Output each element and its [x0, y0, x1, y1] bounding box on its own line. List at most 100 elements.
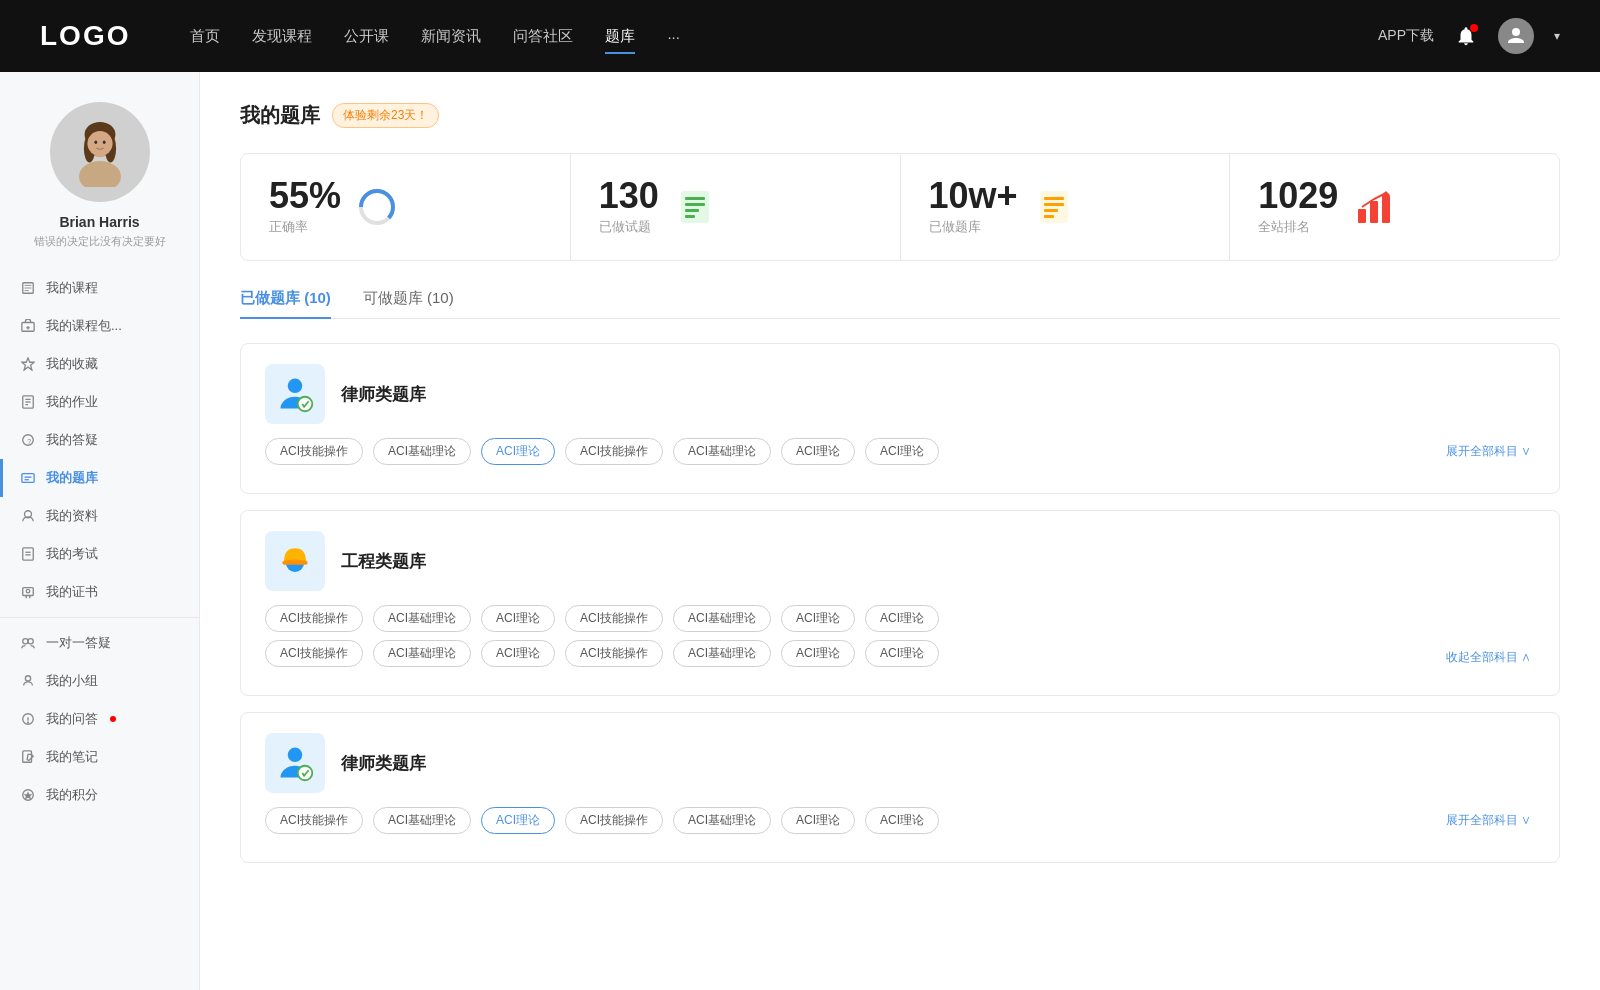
bank-3-icon	[265, 733, 325, 793]
certificates-icon	[20, 584, 36, 600]
course-package-icon	[20, 318, 36, 334]
sidebar: Brian Harris 错误的决定比没有决定要好 我的课程 我的课程包... …	[0, 72, 200, 990]
bank-1-tag-6[interactable]: ACI理论	[865, 438, 939, 465]
bank-3-tag-3[interactable]: ACI技能操作	[565, 807, 663, 834]
homework-label: 我的作业	[46, 393, 98, 411]
sidebar-item-exams[interactable]: 我的考试	[0, 535, 199, 573]
bank-2-r1-tag-4[interactable]: ACI基础理论	[673, 605, 771, 632]
svg-marker-16	[22, 358, 34, 370]
svg-rect-54	[1044, 215, 1054, 218]
tab-available-banks[interactable]: 可做题库 (10)	[363, 289, 454, 318]
nav-more[interactable]: ···	[667, 24, 680, 49]
bank-3-tag-6[interactable]: ACI理论	[865, 807, 939, 834]
bank-2-r1-tag-5[interactable]: ACI理论	[781, 605, 855, 632]
stat-correctrate-number: 55%	[269, 178, 341, 214]
stat-correctrate-text: 55% 正确率	[269, 178, 341, 236]
bank-2-r1-tag-2[interactable]: ACI理论	[481, 605, 555, 632]
svg-point-0	[1512, 28, 1520, 36]
my-courses-label: 我的课程	[46, 279, 98, 297]
bank-2-r1-tag-0[interactable]: ACI技能操作	[265, 605, 363, 632]
nav-discover[interactable]: 发现课程	[252, 23, 312, 50]
sidebar-item-questionbank[interactable]: 我的题库	[0, 459, 199, 497]
sidebar-motto: 错误的决定比没有决定要好	[24, 234, 176, 249]
bank-1-tag-4[interactable]: ACI基础理论	[673, 438, 771, 465]
exams-label: 我的考试	[46, 545, 98, 563]
bank-2-r1-tag-1[interactable]: ACI基础理论	[373, 605, 471, 632]
svg-rect-27	[23, 548, 34, 560]
svg-point-36	[25, 676, 30, 681]
materials-label: 我的资料	[46, 507, 98, 525]
user-avatar[interactable]	[1498, 18, 1534, 54]
bank-3-tag-2[interactable]: ACI理论	[481, 807, 555, 834]
bank-2-r2-tag-0[interactable]: ACI技能操作	[265, 640, 363, 667]
sidebar-item-my-qa[interactable]: 我的问答	[0, 700, 199, 738]
bank-1-expand-link[interactable]: 展开全部科目 ∨	[1446, 443, 1535, 460]
sidebar-item-course-package[interactable]: 我的课程包...	[0, 307, 199, 345]
sidebar-item-points[interactable]: 我的积分	[0, 776, 199, 814]
stat-donebanks-text: 10w+ 已做题库	[929, 178, 1018, 236]
sidebar-item-notes[interactable]: 我的笔记	[0, 738, 199, 776]
tab-done-banks[interactable]: 已做题库 (10)	[240, 289, 331, 318]
page-header: 我的题库 体验剩余23天！	[240, 102, 1560, 129]
svg-point-2	[79, 161, 121, 187]
svg-rect-62	[282, 561, 307, 565]
stat-correctrate-label: 正确率	[269, 218, 341, 236]
favorites-label: 我的收藏	[46, 355, 98, 373]
bank-2-r2-tag-6[interactable]: ACI理论	[865, 640, 939, 667]
bank-3-tag-0[interactable]: ACI技能操作	[265, 807, 363, 834]
materials-icon	[20, 508, 36, 524]
sidebar-item-favorites[interactable]: 我的收藏	[0, 345, 199, 383]
bank-2-r1-tag-6[interactable]: ACI理论	[865, 605, 939, 632]
points-icon	[20, 787, 36, 803]
svg-rect-49	[685, 215, 695, 218]
nav-opencourse[interactable]: 公开课	[344, 23, 389, 50]
app-download-button[interactable]: APP下载	[1378, 27, 1434, 45]
bank-2-r2-tag-1[interactable]: ACI基础理论	[373, 640, 471, 667]
stat-donebanks: 10w+ 已做题库	[901, 154, 1231, 260]
bank-3-tag-1[interactable]: ACI基础理论	[373, 807, 471, 834]
bank-card-1: 律师类题库 ACI技能操作 ACI基础理论 ACI理论 ACI技能操作 ACI基…	[240, 343, 1560, 494]
bank-1-tag-0[interactable]: ACI技能操作	[265, 438, 363, 465]
bank-2-r1-tag-3[interactable]: ACI技能操作	[565, 605, 663, 632]
sidebar-item-1on1[interactable]: 一对一答疑	[0, 624, 199, 662]
sidebar-item-groups[interactable]: 我的小组	[0, 662, 199, 700]
bank-1-tag-1[interactable]: ACI基础理论	[373, 438, 471, 465]
notification-bell[interactable]	[1454, 24, 1478, 48]
navbar-right: APP下载 ▾	[1378, 18, 1560, 54]
stat-correctrate-icon	[357, 187, 397, 227]
page-wrapper: Brian Harris 错误的决定比没有决定要好 我的课程 我的课程包... …	[0, 72, 1600, 990]
bank-1-tag-2[interactable]: ACI理论	[481, 438, 555, 465]
stat-ranking-number: 1029	[1258, 178, 1338, 214]
bank-1-tag-5[interactable]: ACI理论	[781, 438, 855, 465]
bank-3-expand-link[interactable]: 展开全部科目 ∨	[1446, 812, 1535, 829]
bank-2-r2-tag-2[interactable]: ACI理论	[481, 640, 555, 667]
sidebar-item-qa[interactable]: ? 我的答疑	[0, 421, 199, 459]
navbar: LOGO 首页 发现课程 公开课 新闻资讯 问答社区 题库 ··· APP下载 …	[0, 0, 1600, 72]
bank-2-r2-tag-3[interactable]: ACI技能操作	[565, 640, 663, 667]
svg-rect-55	[1358, 209, 1366, 223]
groups-icon	[20, 673, 36, 689]
sidebar-item-my-courses[interactable]: 我的课程	[0, 269, 199, 307]
svg-point-59	[288, 379, 303, 394]
bank-3-tag-4[interactable]: ACI基础理论	[673, 807, 771, 834]
bank-3-tags-row: ACI技能操作 ACI基础理论 ACI理论 ACI技能操作 ACI基础理论 AC…	[265, 807, 1535, 834]
bank-1-tag-3[interactable]: ACI技能操作	[565, 438, 663, 465]
sidebar-item-certificates[interactable]: 我的证书	[0, 573, 199, 611]
sidebar-username: Brian Harris	[59, 214, 139, 230]
nav-qa[interactable]: 问答社区	[513, 23, 573, 50]
nav-news[interactable]: 新闻资讯	[421, 23, 481, 50]
nav-questionbank[interactable]: 题库	[605, 23, 635, 50]
bank-3-tag-5[interactable]: ACI理论	[781, 807, 855, 834]
sidebar-item-materials[interactable]: 我的资料	[0, 497, 199, 535]
stat-donebanks-label: 已做题库	[929, 218, 1018, 236]
bank-2-r2-tag-4[interactable]: ACI基础理论	[673, 640, 771, 667]
svg-rect-50	[1040, 191, 1068, 223]
navbar-logo[interactable]: LOGO	[40, 20, 130, 52]
bank-2-r2-tag-5[interactable]: ACI理论	[781, 640, 855, 667]
nav-home[interactable]: 首页	[190, 23, 220, 50]
bank-2-collapse-link[interactable]: 收起全部科目 ∧	[1446, 649, 1535, 666]
stat-ranking: 1029 全站排名	[1230, 154, 1559, 260]
user-dropdown-arrow[interactable]: ▾	[1554, 29, 1560, 43]
sidebar-item-homework[interactable]: 我的作业	[0, 383, 199, 421]
my-courses-icon	[20, 280, 36, 296]
